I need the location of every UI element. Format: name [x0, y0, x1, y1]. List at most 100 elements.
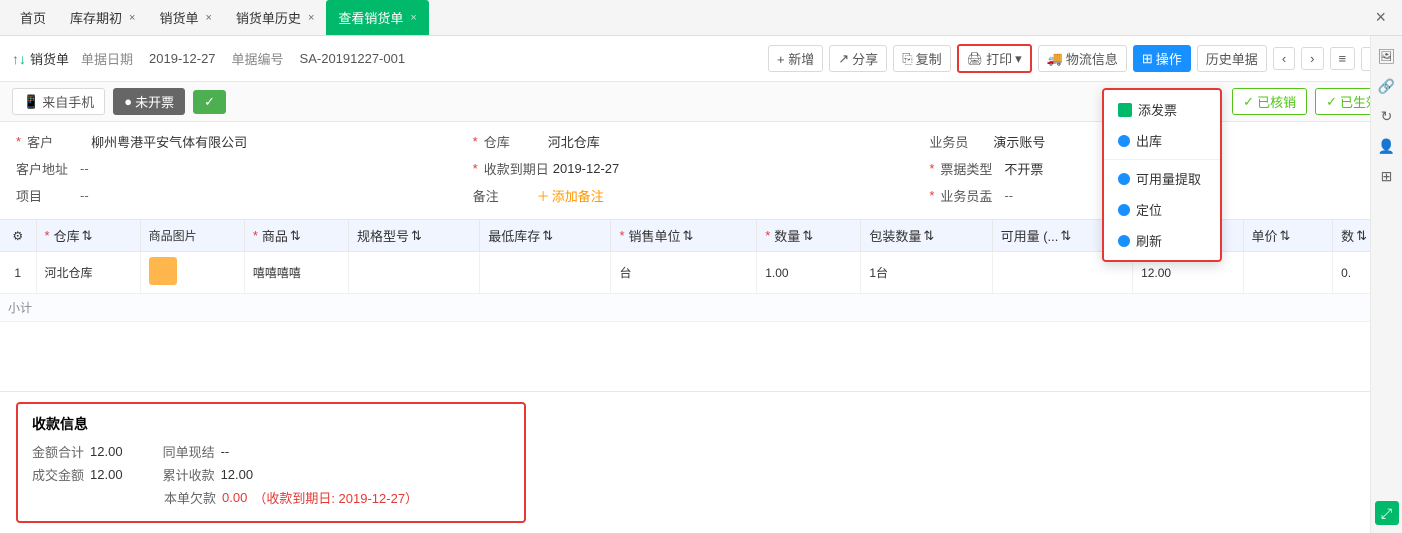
row-min-stock [480, 252, 611, 294]
locate-icon [1118, 204, 1130, 216]
th-min-stock: 最低库存⇅ [480, 220, 611, 252]
tab-inventory-close[interactable]: × [129, 12, 135, 24]
cumulative-item: 累计收款 12.00 [163, 465, 254, 484]
project-value: -- [80, 188, 200, 203]
rotate-icon-btn[interactable]: ↻ [1375, 104, 1399, 128]
no-value: SA-20191227-001 [300, 51, 406, 66]
customer-field: * 客户 柳州粤港平安气体有限公司 [16, 132, 473, 151]
toolbar-right: + 新增 ↗ 分享 ⎘ 复制 🖨 打印 ▾ 🚚 物流信息 ⊞ 操作 [768, 44, 1390, 73]
check-icon: ✓ [204, 94, 215, 110]
tab-sales[interactable]: 销货单 × [147, 0, 223, 35]
operation-icon: ⊞ [1142, 51, 1153, 67]
logistics-button[interactable]: 🚚 物流信息 [1038, 45, 1127, 72]
total-amount-item: 金额合计 12.00 [32, 442, 123, 461]
print-icon: 🖨 [967, 51, 984, 67]
doc-icon: ↑↓ [12, 51, 26, 67]
come-from-phone-button[interactable]: 📱 来自手机 [12, 88, 105, 115]
row-pack-qty: 1台 [861, 252, 992, 294]
prev-record-button[interactable]: ‹ [1273, 47, 1295, 70]
row-no: 1 [0, 252, 36, 294]
customer-value: 柳州粤港平安气体有限公司 [91, 132, 247, 151]
tab-bar: 首页 库存期初 × 销货单 × 销货单历史 × 查看销货单 × × [0, 0, 1402, 36]
window-close-button[interactable]: × [1367, 7, 1394, 28]
tab-sales-history[interactable]: 销货单历史 × [224, 0, 326, 35]
table-icon-btn[interactable]: ⊞ [1375, 164, 1399, 188]
link-icon-btn[interactable]: 🔗 [1375, 74, 1399, 98]
truck-icon: 🚚 [1047, 51, 1063, 67]
th-spec: 规格型号⇅ [348, 220, 479, 252]
due-note: （收款到期日: 2019-12-27） [253, 488, 418, 507]
doc-meta: 单据日期 2019-12-27 单据编号 SA-20191227-001 [81, 49, 405, 68]
th-warehouse: *仓库⇅ [36, 220, 140, 252]
th-product: *商品⇅ [244, 220, 348, 252]
ticket-icon: ● [124, 94, 132, 109]
address-field: 客户地址 -- [16, 159, 473, 178]
dropdown-locate[interactable]: 定位 [1104, 194, 1220, 225]
receipt-row-3: 本单欠款 0.00 （收款到期日: 2019-12-27） [32, 488, 510, 507]
receipt-row-2: 成交金额 12.00 累计收款 12.00 [32, 465, 510, 484]
expand-icon-btn[interactable]: ⤢ [1375, 501, 1399, 525]
receipt-box: 收款信息 金额合计 12.00 同单现结 -- 成交金额 12.00 累计收款 [16, 402, 526, 523]
check-button[interactable]: ✓ [193, 90, 226, 114]
date-value: 2019-12-27 [149, 51, 216, 66]
row-product: 嘻嘻嘻嘻 [244, 252, 348, 294]
address-value: -- [80, 161, 200, 176]
print-dropdown-icon: ▾ [1015, 51, 1022, 67]
already-revoke-button[interactable]: ✓ 已核销 [1232, 88, 1307, 115]
main-area: ↑↓ 销货单 单据日期 2019-12-27 单据编号 SA-20191227-… [0, 36, 1402, 533]
next-record-button[interactable]: › [1301, 47, 1323, 70]
doc-title: ↑↓ 销货单 [12, 49, 69, 68]
receipt-row-1: 金额合计 12.00 同单现结 -- [32, 442, 510, 461]
tab-view-sales-close[interactable]: × [410, 12, 416, 24]
total-value: 12.00 [90, 444, 123, 459]
add-invoice-icon [1118, 103, 1132, 117]
right-sidebar: 🖼 🔗 ↻ 👤 ⊞ ⤢ [1370, 36, 1402, 533]
no-label: 单据编号 [232, 49, 284, 68]
tab-inventory[interactable]: 库存期初 × [58, 0, 147, 35]
new-button[interactable]: + 新增 [768, 45, 823, 72]
cumulative-value: 12.00 [221, 467, 254, 482]
share-icon: ↗ [838, 51, 849, 67]
bottom-panel: 收款信息 金额合计 12.00 同单现结 -- 成交金额 12.00 累计收款 [0, 391, 1402, 533]
warehouse-value: 河北仓库 [548, 132, 668, 151]
dropdown-refresh[interactable]: 刷新 [1104, 225, 1220, 256]
dropdown-add-invoice[interactable]: 添发票 [1104, 94, 1220, 125]
th-img: 商品图片 [140, 220, 244, 252]
dropdown-divider [1104, 159, 1220, 160]
trade-value: 12.00 [90, 467, 123, 482]
payment-date-value: 2019-12-27 [553, 161, 673, 176]
dropdown-avail-qty[interactable]: 可用量提取 [1104, 163, 1220, 194]
trade-amount-item: 成交金额 12.00 [32, 465, 123, 484]
not-open-ticket-button[interactable]: ● 未开票 [113, 88, 185, 115]
tab-sales-history-close[interactable]: × [308, 12, 314, 24]
image-icon-btn[interactable]: 🖼 [1375, 44, 1399, 68]
product-image [149, 257, 177, 285]
print-button[interactable]: 🖨 打印 ▾ [957, 44, 1032, 73]
tab-sales-close[interactable]: × [205, 12, 211, 24]
row-unit: 台 [611, 252, 757, 294]
copy-icon: ⎘ [902, 51, 912, 67]
subtotal-label: 小计 [0, 294, 1402, 322]
dropdown-out-stock[interactable]: 出库 [1104, 125, 1220, 156]
list-view-button[interactable]: ≡ [1330, 47, 1356, 70]
copy-button[interactable]: ⎘ 复制 [893, 45, 950, 72]
date-label: 单据日期 [81, 49, 133, 68]
doc-title-text: 销货单 [30, 49, 69, 68]
history-button[interactable]: 历史单据 [1197, 45, 1267, 72]
revoke-check-icon: ✓ [1243, 94, 1254, 110]
tab-home[interactable]: 首页 [8, 0, 58, 35]
th-unit: *销售单位⇅ [611, 220, 757, 252]
tab-view-sales[interactable]: 查看销货单 × [326, 0, 428, 35]
due-value: 0.00 [222, 490, 247, 505]
doc-header: ↑↓ 销货单 单据日期 2019-12-27 单据编号 SA-20191227-… [0, 36, 1402, 82]
same-settle-value: -- [221, 444, 230, 459]
payment-date-field: * 收款到期日 2019-12-27 [473, 159, 930, 178]
share-button[interactable]: ↗ 分享 [829, 45, 887, 72]
plus-icon: ＋ [537, 186, 550, 205]
user-icon-btn[interactable]: 👤 [1375, 134, 1399, 158]
th-gear[interactable]: ⚙ [0, 220, 36, 252]
out-stock-icon [1118, 135, 1130, 147]
project-field: 项目 -- [16, 186, 473, 205]
operation-button[interactable]: ⊞ 操作 [1133, 45, 1191, 72]
add-note-button[interactable]: ＋ 添加备注 [537, 186, 604, 205]
